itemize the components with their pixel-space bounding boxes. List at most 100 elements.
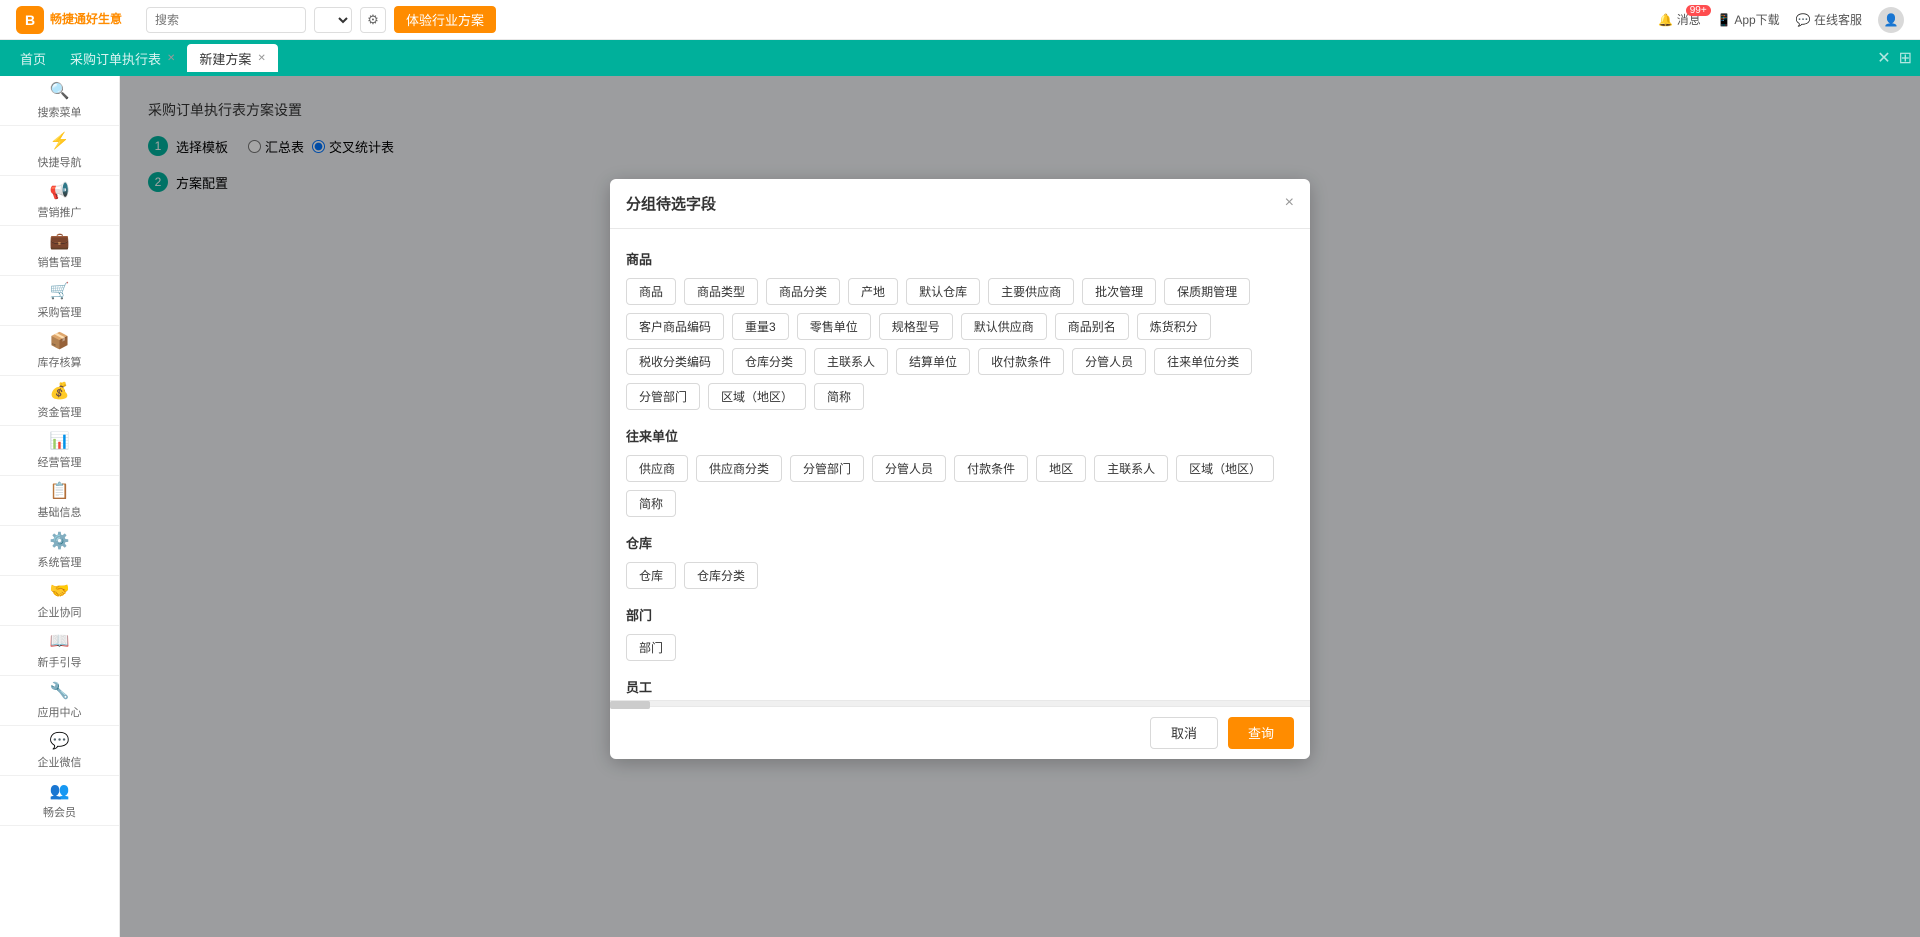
cancel-button[interactable]: 取消 (1150, 717, 1218, 749)
field-tag-weight3[interactable]: 重量3 (732, 313, 789, 340)
wechat-icon: 💬 (50, 731, 70, 751)
field-tag-short-name-partner[interactable]: 简称 (626, 490, 676, 517)
search-input[interactable] (146, 7, 306, 33)
field-tag-partner-category[interactable]: 往来单位分类 (1154, 348, 1252, 375)
field-tag-spec-model[interactable]: 规格型号 (879, 313, 953, 340)
field-tag-warehouse-category[interactable]: 仓库分类 (732, 348, 806, 375)
sidebar-item-quicknav-label: 快捷导航 (38, 154, 82, 170)
experience-btn[interactable]: 体验行业方案 (394, 6, 496, 33)
tab-purchase-order-close[interactable]: ✕ (167, 53, 175, 64)
field-tag-partner-manager[interactable]: 分管人员 (872, 455, 946, 482)
field-tag-main-contact[interactable]: 主联系人 (814, 348, 888, 375)
sidebar-item-collab[interactable]: 🤝 企业协同 (0, 576, 119, 626)
sidebar-item-sales-label: 销售管理 (38, 254, 82, 270)
field-tag-short-name-product[interactable]: 简称 (814, 383, 864, 410)
tab-new-plan[interactable]: 新建方案 ✕ (187, 44, 277, 72)
sidebar-item-inventory[interactable]: 📦 库存核算 (0, 326, 119, 376)
tab-expand[interactable]: ⊞ (1899, 48, 1912, 68)
notification-icon: 🔔 (1658, 13, 1673, 27)
logo-text: 畅捷通好生意 (50, 12, 122, 26)
field-tag-product-category[interactable]: 商品分类 (766, 278, 840, 305)
tab-close-all[interactable]: ✕ (1877, 48, 1890, 68)
field-tag-main-supplier[interactable]: 主要供应商 (988, 278, 1074, 305)
field-tag-product-alias[interactable]: 商品别名 (1055, 313, 1129, 340)
finance-icon: 💰 (50, 381, 70, 401)
operations-icon: 📊 (50, 431, 70, 451)
field-tag-default-warehouse[interactable]: 默认仓库 (906, 278, 980, 305)
topbar: B 畅捷通好生意 ⚙ 体验行业方案 🔔 99+ 消息 📱 App下载 💬 在线客… (0, 0, 1920, 40)
field-tag-settlement-unit[interactable]: 结算单位 (896, 348, 970, 375)
field-tag-dept[interactable]: 分管部门 (626, 383, 700, 410)
field-tag-default-supplier[interactable]: 默认供应商 (961, 313, 1047, 340)
search-icon: 🔍 (50, 81, 70, 101)
app-download[interactable]: 📱 App下载 (1717, 11, 1780, 28)
sidebar-item-search-label: 搜索菜单 (38, 104, 82, 120)
sidebar-item-guide[interactable]: 📖 新手引导 (0, 626, 119, 676)
tab-new-plan-label: 新建方案 (199, 49, 251, 68)
sidebar-item-wechat[interactable]: 💬 企业微信 (0, 726, 119, 776)
field-tag-warehouse-cat[interactable]: 仓库分类 (684, 562, 758, 589)
sidebar-item-appcenter[interactable]: 🔧 应用中心 (0, 676, 119, 726)
logo-icon: B (16, 6, 44, 34)
field-tag-payment-condition[interactable]: 付款条件 (954, 455, 1028, 482)
modal-title: 分组待选字段 (626, 193, 716, 214)
section-title-product: 商品 (626, 249, 1294, 268)
sidebar-item-system[interactable]: ⚙️ 系统管理 (0, 526, 119, 576)
field-tag-retail-unit[interactable]: 零售单位 (797, 313, 871, 340)
sidebar-item-purchase[interactable]: 🛒 采购管理 (0, 276, 119, 326)
tab-home-label: 首页 (20, 49, 46, 68)
field-tag-shelf-life[interactable]: 保质期管理 (1164, 278, 1250, 305)
section-title-partner: 往来单位 (626, 426, 1294, 445)
modal-body: 商品 商品 商品类型 商品分类 产地 默认仓库 主要供应商 批次管理 保质期管理… (610, 229, 1310, 700)
sidebar-item-operations-label: 经营管理 (38, 454, 82, 470)
field-tag-customer-code[interactable]: 客户商品编码 (626, 313, 724, 340)
sidebar-item-basic[interactable]: 📋 基础信息 (0, 476, 119, 526)
sidebar-item-search[interactable]: 🔍 搜索菜单 (0, 76, 119, 126)
section-title-warehouse: 仓库 (626, 533, 1294, 552)
online-service[interactable]: 💬 在线客服 (1796, 11, 1862, 28)
field-tag-batch-management[interactable]: 批次管理 (1082, 278, 1156, 305)
field-tag-tax-code[interactable]: 税收分类编码 (626, 348, 724, 375)
tab-home[interactable]: 首页 (8, 44, 58, 72)
field-tag-warehouse[interactable]: 仓库 (626, 562, 676, 589)
logo-area: B 畅捷通好生意 (16, 6, 136, 34)
field-group-department: 部门 (626, 634, 1294, 661)
field-tag-origin[interactable]: 产地 (848, 278, 898, 305)
sidebar-item-marketing[interactable]: 📢 营销推广 (0, 176, 119, 226)
field-tag-product-type[interactable]: 商品类型 (684, 278, 758, 305)
tab-purchase-order[interactable]: 采购订单执行表 ✕ (58, 44, 187, 72)
avatar[interactable]: 👤 (1878, 7, 1904, 33)
modal-footer: 取消 查询 (610, 706, 1310, 759)
notification-area[interactable]: 🔔 99+ 消息 (1658, 11, 1700, 28)
field-group-partner: 供应商 供应商分类 分管部门 分管人员 付款条件 地区 主联系人 区域（地区） … (626, 455, 1294, 517)
field-tag-partner-contact[interactable]: 主联系人 (1094, 455, 1168, 482)
topbar-dropdown[interactable] (314, 7, 352, 33)
tab-new-plan-close[interactable]: ✕ (257, 53, 265, 64)
sidebar-item-sales[interactable]: 💼 销售管理 (0, 226, 119, 276)
field-group-warehouse: 仓库 仓库分类 (626, 562, 1294, 589)
field-tag-payment-terms[interactable]: 收付款条件 (978, 348, 1064, 375)
sidebar-item-finance[interactable]: 💰 资金管理 (0, 376, 119, 426)
field-tag-region-product[interactable]: 区域（地区） (708, 383, 806, 410)
sidebar-item-member-label: 畅会员 (43, 804, 76, 820)
sidebar-item-quicknav[interactable]: ⚡ 快捷导航 (0, 126, 119, 176)
field-tag-area[interactable]: 地区 (1036, 455, 1086, 482)
inventory-icon: 📦 (50, 331, 70, 351)
sidebar-item-purchase-label: 采购管理 (38, 304, 82, 320)
field-tag-refine-points[interactable]: 炼货积分 (1137, 313, 1211, 340)
field-tag-department[interactable]: 部门 (626, 634, 676, 661)
field-tag-manager[interactable]: 分管人员 (1072, 348, 1146, 375)
field-tag-supplier[interactable]: 供应商 (626, 455, 688, 482)
sidebar-item-member[interactable]: 👥 畅会员 (0, 776, 119, 826)
field-tag-supplier-category[interactable]: 供应商分类 (696, 455, 782, 482)
field-tag-partner-dept[interactable]: 分管部门 (790, 455, 864, 482)
gear-icon[interactable]: ⚙ (360, 7, 386, 33)
sidebar-item-operations[interactable]: 📊 经营管理 (0, 426, 119, 476)
member-icon: 👥 (50, 781, 70, 801)
field-tag-region-partner[interactable]: 区域（地区） (1176, 455, 1274, 482)
field-tag-product[interactable]: 商品 (626, 278, 676, 305)
modal-close-btn[interactable]: × (1285, 194, 1294, 212)
modal-hscroll[interactable] (610, 700, 1310, 706)
confirm-button[interactable]: 查询 (1228, 717, 1294, 749)
sidebar: 🔍 搜索菜单 ⚡ 快捷导航 📢 营销推广 💼 销售管理 🛒 采购管理 📦 库存核… (0, 76, 120, 937)
